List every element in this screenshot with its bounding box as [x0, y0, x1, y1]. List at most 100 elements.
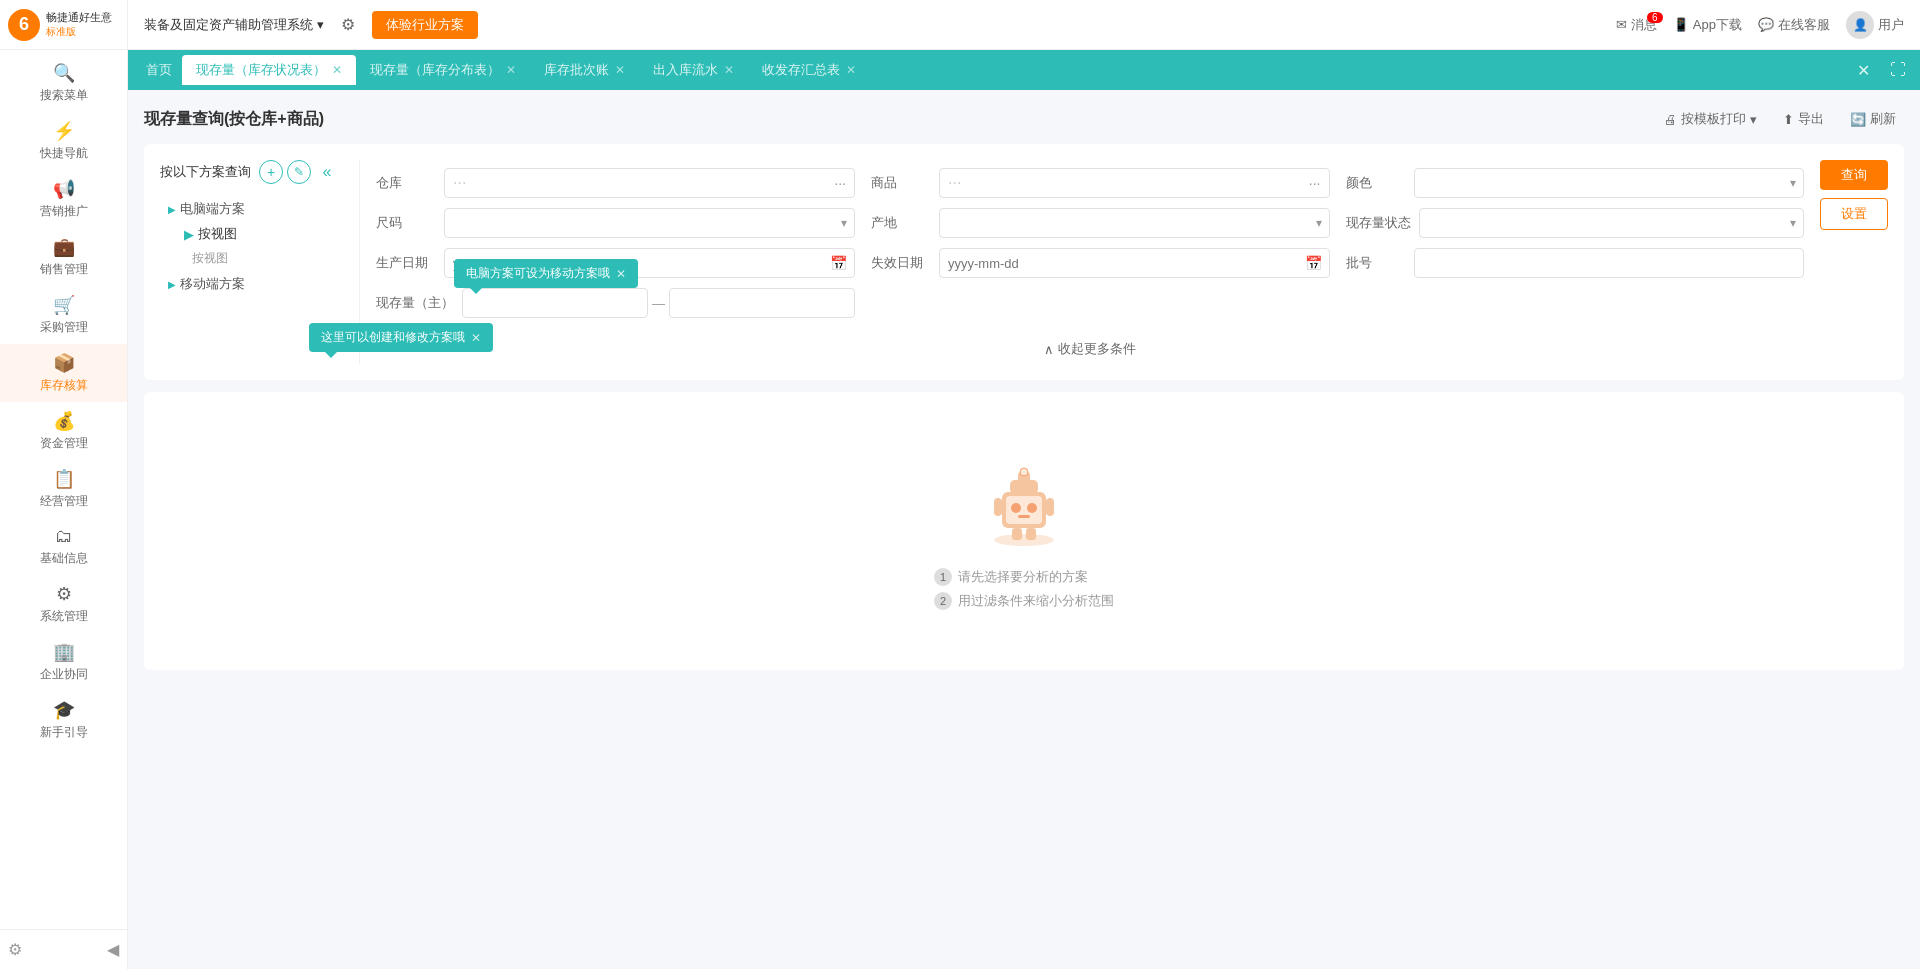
reset-button[interactable]: 设置	[1820, 198, 1888, 230]
empty-tip-2: 2 用过滤条件来缩小分析范围	[934, 592, 1114, 610]
empty-state: 1 请先选择要分析的方案 2 用过滤条件来缩小分析范围	[144, 392, 1904, 670]
logo-badge: 标准版	[46, 25, 112, 39]
results-panel: 1 请先选择要分析的方案 2 用过滤条件来缩小分析范围	[144, 392, 1904, 670]
chevron-down-icon: ▾	[1750, 112, 1757, 127]
phone-icon: 📱	[1673, 17, 1689, 32]
print-button[interactable]: 🖨 按模板打印 ▾	[1656, 106, 1765, 132]
search-label: 按以下方案查询	[160, 163, 251, 181]
tab-close-batch-account[interactable]: ✕	[615, 63, 625, 77]
svg-rect-5	[1018, 515, 1030, 518]
expiry-date-input[interactable]	[939, 248, 1330, 278]
stock-status-select[interactable]	[1419, 208, 1805, 238]
refresh-button[interactable]: 🔄 刷新	[1842, 106, 1904, 132]
tab-home[interactable]: 首页	[136, 55, 182, 85]
user-button[interactable]: 👤 用户	[1846, 11, 1904, 39]
quicknav-icon: ⚡	[53, 120, 75, 142]
sidebar-item-marketing[interactable]: 📢 营销推广	[0, 170, 127, 228]
expand-arrow-mobile: ▶	[168, 279, 176, 290]
industry-button[interactable]: 体验行业方案	[372, 11, 478, 39]
tooltip-desktop-scheme: 电脑方案可设为移动方案哦 ✕	[454, 259, 638, 288]
marketing-icon: 📢	[53, 178, 75, 200]
sidebar-item-label: 新手引导	[40, 724, 88, 741]
tab-close-flow[interactable]: ✕	[724, 63, 734, 77]
scheme-desktop-child[interactable]: ▶ 按视图	[160, 222, 347, 246]
sidebar-item-basic[interactable]: 🗂 基础信息	[0, 518, 127, 575]
add-scheme-button[interactable]: +	[259, 160, 283, 184]
online-service-button[interactable]: 💬 在线客服	[1758, 16, 1830, 34]
origin-select[interactable]	[939, 208, 1330, 238]
warehouse-input[interactable]: ··· ···	[444, 168, 855, 198]
tab-maximize-button[interactable]: ⛶	[1884, 61, 1912, 79]
sidebar-settings-btn[interactable]: ⚙	[8, 940, 22, 959]
tip-text-1: 请先选择要分析的方案	[958, 568, 1088, 586]
svg-rect-7	[1046, 498, 1054, 516]
stock-max-input[interactable]	[669, 288, 855, 318]
tooltip1-close[interactable]: ✕	[616, 267, 626, 281]
stock-main-row: 现存量（主） —	[376, 288, 855, 318]
color-select-wrap: ▾	[1414, 168, 1805, 198]
tabs-bar: 首页 现存量（库存状况表） ✕ 现存量（库存分布表） ✕ 库存批次账 ✕ 出入库…	[128, 50, 1920, 90]
color-select[interactable]	[1414, 168, 1805, 198]
tab-close-inventory-dist[interactable]: ✕	[506, 63, 516, 77]
page-header: 现存量查询(按仓库+商品) 🖨 按模板打印 ▾ ⬆ 导出 🔄 刷新	[144, 106, 1904, 132]
scheme-desktop[interactable]: ▶ 电脑端方案	[160, 196, 347, 222]
sidebar-item-quicknav[interactable]: ⚡ 快捷导航	[0, 112, 127, 170]
system-selector[interactable]: 装备及固定资产辅助管理系统 ▾	[144, 16, 324, 34]
tab-inventory-dist[interactable]: 现存量（库存分布表） ✕	[356, 55, 530, 85]
sidebar-item-enterprise[interactable]: 🏢 企业协同	[0, 633, 127, 691]
size-select-wrap: ▾	[444, 208, 855, 238]
stock-main-label: 现存量（主）	[376, 294, 454, 312]
system-name: 装备及固定资产辅助管理系统	[144, 16, 313, 34]
svg-rect-12	[1026, 528, 1036, 540]
tab-close-all-button[interactable]: ✕	[1851, 61, 1876, 80]
operation-icon: 📋	[53, 468, 75, 490]
ellipsis-icon: ···	[834, 175, 846, 191]
size-row: 尺码 ▾	[376, 208, 855, 238]
sidebar-collapse-btn[interactable]: ◀	[107, 940, 119, 959]
sidebar-item-guide[interactable]: 🎓 新手引导	[0, 691, 127, 749]
app-download-button[interactable]: 📱 App下载	[1673, 16, 1742, 34]
size-select[interactable]	[444, 208, 855, 238]
form-grid: 仓库 ··· ··· 商品 ··· ···	[376, 168, 1804, 318]
collapse-button[interactable]: ∧ 收起更多条件	[1044, 334, 1136, 364]
chevron-up-icon: ∧	[1044, 342, 1054, 357]
settings-gear-button[interactable]: ⚙	[334, 11, 362, 39]
tooltip2-close[interactable]: ✕	[471, 331, 481, 345]
main-area: 装备及固定资产辅助管理系统 ▾ ⚙ 体验行业方案 ✉ 6 消息 📱 App下载 …	[128, 0, 1920, 969]
edit-scheme-button[interactable]: ✎	[287, 160, 311, 184]
tip-num-2: 2	[934, 592, 952, 610]
goods-input[interactable]: ··· ···	[939, 168, 1330, 198]
sidebar: 6 畅捷通好生意 标准版 🔍 搜索菜单 ⚡ 快捷导航 📢 营销推广 💼 销售管理…	[0, 0, 128, 969]
logo-icon: 6	[8, 9, 40, 41]
print-icon: 🖨	[1664, 112, 1677, 127]
sidebar-item-purchase[interactable]: 🛒 采购管理	[0, 286, 127, 344]
sidebar-item-system[interactable]: ⚙ 系统管理	[0, 575, 127, 633]
sidebar-item-inventory[interactable]: 📦 库存核算	[0, 344, 127, 402]
query-button[interactable]: 查询	[1820, 160, 1888, 190]
sidebar-item-operation[interactable]: 📋 经营管理	[0, 460, 127, 518]
purchase-icon: 🛒	[53, 294, 75, 316]
batch-no-label: 批号	[1346, 254, 1406, 272]
sidebar-item-search[interactable]: 🔍 搜索菜单	[0, 54, 127, 112]
scheme-sub-row: 按视图	[160, 246, 347, 271]
tab-close-summary[interactable]: ✕	[846, 63, 856, 77]
tooltip-create-scheme: 这里可以创建和修改方案哦 ✕	[309, 323, 493, 352]
online-service-label: 在线客服	[1778, 16, 1830, 34]
sidebar-item-finance[interactable]: 💰 资金管理	[0, 402, 127, 460]
export-button[interactable]: ⬆ 导出	[1775, 106, 1832, 132]
calendar-icon[interactable]: 📅	[830, 255, 847, 271]
batch-no-input[interactable]	[1414, 248, 1805, 278]
message-button[interactable]: ✉ 6 消息	[1616, 16, 1657, 34]
sidebar-item-sales[interactable]: 💼 销售管理	[0, 228, 127, 286]
tab-batch-account[interactable]: 库存批次账 ✕	[530, 55, 639, 85]
calendar-icon2[interactable]: 📅	[1305, 255, 1322, 271]
scheme-mobile[interactable]: ▶ 移动端方案	[160, 271, 347, 297]
back-button[interactable]: «	[315, 160, 339, 184]
color-row: 颜色 ▾	[1346, 168, 1805, 198]
stock-min-input[interactable]	[462, 288, 648, 318]
svg-rect-2	[1006, 496, 1042, 524]
tab-flow[interactable]: 出入库流水 ✕	[639, 55, 748, 85]
tab-summary[interactable]: 收发存汇总表 ✕	[748, 55, 870, 85]
tab-close-inventory-status[interactable]: ✕	[332, 63, 342, 77]
tab-inventory-status[interactable]: 现存量（库存状况表） ✕	[182, 55, 356, 85]
